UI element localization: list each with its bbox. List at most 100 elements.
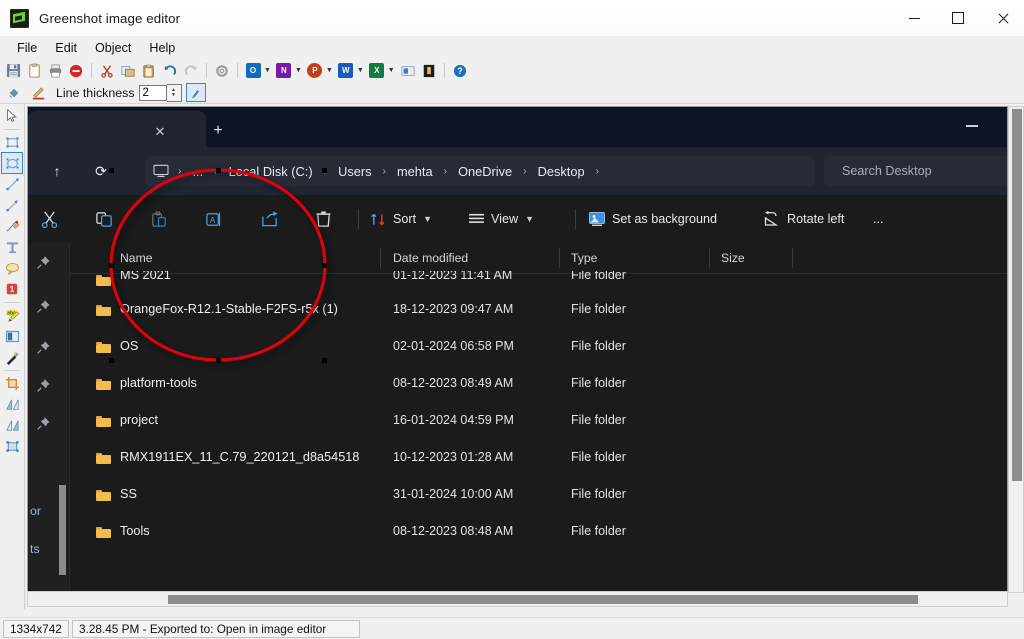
redo-button[interactable] [181, 61, 201, 81]
line-thickness-stepper[interactable]: ▲ ▼ [166, 83, 182, 102]
table-row[interactable]: SS 31-01-2024 10:00 AM File folder [70, 478, 1007, 515]
table-row[interactable]: RMX1911EX_11_C.79_220121_d8a54518 10-12-… [70, 441, 1007, 478]
breadcrumb-local-disk[interactable]: Local Disk (C:) [223, 162, 319, 181]
shadow-toggle-icon[interactable] [185, 83, 206, 102]
maximize-button[interactable] [936, 0, 980, 36]
ellipse-tool[interactable] [1, 152, 23, 174]
word-dropdown-caret-icon[interactable]: ▼ [357, 67, 364, 74]
onenote-button[interactable]: N [274, 61, 294, 81]
menu-file[interactable]: File [8, 39, 46, 57]
highlight-tool[interactable]: abc [2, 305, 22, 325]
breadcrumb-onedrive[interactable]: OneDrive [452, 162, 518, 181]
line-tool[interactable] [2, 174, 22, 194]
arrow-tool[interactable] [2, 195, 22, 215]
view-button[interactable]: View ▼ [468, 207, 534, 231]
breadcrumb-users[interactable]: Users [332, 162, 377, 181]
undo-button[interactable] [160, 61, 180, 81]
effects-tool[interactable] [2, 347, 22, 367]
paste-icon[interactable] [145, 205, 173, 233]
outlook-dropdown-caret-icon[interactable]: ▼ [264, 67, 271, 74]
sidebar-scrollbar-thumb[interactable] [59, 485, 66, 575]
column-header-date[interactable]: Date modified [393, 251, 468, 265]
rotate-ccw-tool[interactable] [2, 394, 22, 414]
breadcrumb-mehta[interactable]: mehta [391, 162, 439, 181]
delete-button[interactable] [66, 61, 86, 81]
save-button[interactable] [3, 61, 23, 81]
table-row[interactable]: project 16-01-2024 04:59 PM File folder [70, 404, 1007, 441]
copy-button[interactable] [118, 61, 138, 81]
line-color-icon[interactable] [28, 83, 48, 103]
explorer-minimize-icon[interactable] [966, 125, 978, 127]
excel-button[interactable]: X [367, 61, 387, 81]
print-button[interactable] [45, 61, 65, 81]
column-splitter-4[interactable] [792, 248, 793, 268]
counter-tool[interactable]: 1 [2, 279, 22, 299]
minimize-button[interactable] [892, 0, 936, 36]
pin-icon-2[interactable] [36, 299, 51, 314]
close-button[interactable] [980, 0, 1024, 36]
copy-icon[interactable] [90, 205, 118, 233]
canvas-horizontal-scroll-thumb[interactable] [168, 595, 918, 604]
menu-edit[interactable]: Edit [46, 39, 86, 57]
cut-button[interactable] [97, 61, 117, 81]
pin-icon-4[interactable] [36, 378, 51, 393]
pin-icon-1[interactable] [36, 255, 51, 270]
sidebar-partial-label-1[interactable]: or [30, 504, 41, 518]
search-input[interactable]: Search Desktop [824, 156, 1007, 186]
breadcrumb-desktop[interactable]: Desktop [532, 162, 591, 181]
paste-button[interactable] [139, 61, 159, 81]
annotation-handle-ne[interactable] [322, 168, 327, 173]
table-row[interactable]: platform-tools 08-12-2023 08:49 AM File … [70, 367, 1007, 404]
column-header-type[interactable]: Type [571, 251, 597, 265]
canvas-vertical-scrollbar[interactable] [1008, 106, 1024, 593]
share-icon[interactable] [255, 205, 283, 233]
column-splitter-3[interactable] [709, 248, 710, 268]
outlook-button[interactable]: O [243, 61, 263, 81]
column-splitter-2[interactable] [559, 248, 560, 268]
screenshot-image[interactable]: ✕ + ↑ ⟳ › ... › Loca [27, 106, 1008, 593]
annotation-handle-w[interactable] [109, 263, 114, 268]
select-tool[interactable] [2, 106, 22, 126]
breadcrumb[interactable]: › ... › Local Disk (C:) › Users › mehta … [145, 156, 815, 186]
powerpoint-button[interactable]: P [305, 61, 325, 81]
menu-help[interactable]: Help [140, 39, 184, 57]
set-as-background-button[interactable]: Set as background [588, 207, 717, 231]
cut-icon[interactable] [35, 205, 63, 233]
sort-button[interactable]: Sort ▼ [370, 207, 432, 231]
annotation-handle-s[interactable] [216, 358, 221, 363]
table-row[interactable]: Tools 08-12-2023 08:48 AM File folder [70, 515, 1007, 552]
color-picker-button[interactable] [419, 61, 439, 81]
explorer-tab[interactable]: ✕ [28, 111, 206, 147]
annotation-handle-sw[interactable] [109, 358, 114, 363]
excel-dropdown-caret-icon[interactable]: ▼ [388, 67, 395, 74]
close-tab-icon[interactable]: ✕ [152, 124, 168, 140]
canvas-horizontal-scrollbar[interactable] [27, 591, 1008, 607]
delete-icon[interactable] [309, 205, 337, 233]
pin-icon-3[interactable] [36, 340, 51, 355]
table-row[interactable]: MS 2021 01-12-2023 11:41 AM File folder [70, 271, 1007, 291]
table-row[interactable]: OrangeFox-R12.1-Stable-F2FS-r5x (1) 18-1… [70, 293, 1007, 330]
table-row[interactable]: OS 02-01-2024 06:58 PM File folder [70, 330, 1007, 367]
pin-icon-5[interactable] [36, 416, 51, 431]
menu-object[interactable]: Object [86, 39, 140, 57]
annotation-handle-se[interactable] [322, 358, 327, 363]
rename-icon[interactable]: A [200, 205, 228, 233]
resize-tool[interactable] [2, 436, 22, 456]
rotate-cw-tool[interactable] [2, 415, 22, 435]
picture-viewer-button[interactable] [398, 61, 418, 81]
help-button[interactable]: ? [450, 61, 470, 81]
crop-tool[interactable] [2, 373, 22, 393]
fill-color-icon[interactable] [4, 83, 24, 103]
copy-image-to-clipboard-button[interactable] [24, 61, 44, 81]
settings-button[interactable] [212, 61, 232, 81]
new-tab-icon[interactable]: + [204, 119, 232, 143]
obfuscate-tool[interactable] [2, 326, 22, 346]
column-header-name[interactable]: Name [120, 251, 153, 265]
annotation-handle-nw[interactable] [109, 168, 114, 173]
column-header-size[interactable]: Size [721, 251, 745, 265]
annotation-handle-e[interactable] [322, 263, 327, 268]
editor-canvas[interactable]: ✕ + ↑ ⟳ › ... › Loca [24, 104, 1024, 609]
rectangle-tool[interactable] [2, 132, 22, 152]
canvas-vertical-scroll-thumb[interactable] [1012, 109, 1022, 481]
powerpoint-dropdown-caret-icon[interactable]: ▼ [326, 67, 333, 74]
